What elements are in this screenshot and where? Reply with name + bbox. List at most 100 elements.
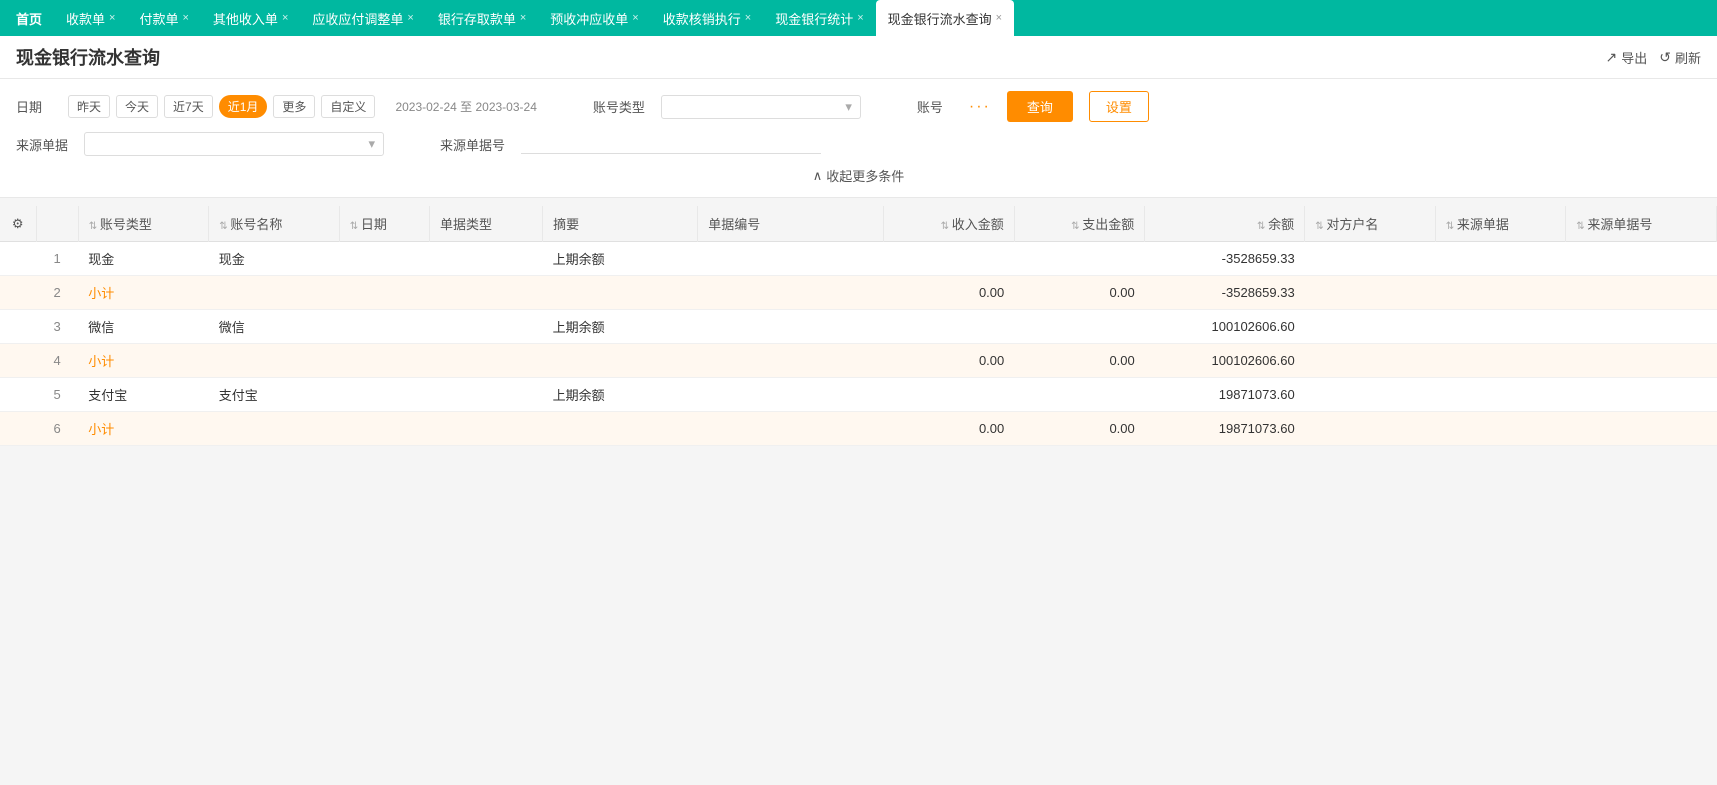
close-icon[interactable]: ×: [745, 12, 751, 24]
row-balance: -3528659.33: [1145, 276, 1305, 310]
sort-icon: ⇅: [219, 221, 230, 232]
row-doc-no: [698, 412, 884, 446]
income-column-header[interactable]: ⇅ 收入金额: [884, 206, 1015, 242]
filter-row-date: 日期 昨天 今天 近7天 近1月 更多 自定义 2023-02-24 至 202…: [16, 91, 1701, 122]
account-name-column-header[interactable]: ⇅ 账号名称: [209, 206, 340, 242]
row-income: 0.00: [884, 412, 1015, 446]
nav-tab-adjustment[interactable]: 应收应付调整单 ×: [300, 0, 425, 36]
source-doc-no-label: 来源单据号: [440, 135, 505, 154]
row-summary: [543, 344, 698, 378]
nav-tab-verify[interactable]: 收款核销执行 ×: [651, 0, 763, 36]
date-btn-7days[interactable]: 近7天: [164, 95, 213, 118]
row-date: [339, 378, 429, 412]
row-account-type: 现金: [78, 242, 209, 276]
row-account-name: 微信: [209, 310, 340, 344]
nav-tab-flow-query[interactable]: 现金银行流水查询 ×: [876, 0, 1014, 36]
sort-icon: ⇅: [1446, 221, 1457, 232]
table-row[interactable]: 3微信微信上期余额100102606.60: [0, 310, 1717, 344]
row-expense: [1014, 378, 1145, 412]
top-navigation: 首页 收款单 × 付款单 × 其他收入单 × 应收应付调整单 × 银行存取款单 …: [0, 0, 1717, 36]
row-account-type: 小计: [78, 412, 209, 446]
nav-tab-bank-deposit[interactable]: 银行存取款单 ×: [426, 0, 538, 36]
refresh-button[interactable]: ↺ 刷新: [1659, 48, 1701, 67]
table-header-row: ⚙ ⇅ 账号类型 ⇅ 账号名称 ⇅ 日期 单据类型 摘要 单据编: [0, 206, 1717, 242]
row-counterparty: [1305, 344, 1436, 378]
sort-icon: ⇅: [89, 221, 100, 232]
account-ellipsis-button[interactable]: ···: [969, 98, 991, 116]
counterparty-column-header[interactable]: ⇅ 对方户名: [1305, 206, 1436, 242]
table-row[interactable]: 2小计0.000.00-3528659.33: [0, 276, 1717, 310]
collapse-label: 收起更多条件: [826, 166, 904, 185]
close-icon[interactable]: ×: [407, 12, 413, 24]
sort-icon: ⇅: [1315, 221, 1326, 232]
chevron-down-icon: ▾: [368, 136, 375, 152]
row-account-name: 支付宝: [209, 378, 340, 412]
source-doc-select[interactable]: ▾: [84, 132, 384, 156]
row-checkbox: [0, 310, 36, 344]
row-expense: [1014, 310, 1145, 344]
row-balance: 100102606.60: [1145, 310, 1305, 344]
nav-tab-home[interactable]: 首页: [4, 0, 54, 36]
refresh-icon: ↺: [1659, 49, 1671, 66]
row-doc-type: [429, 310, 542, 344]
row-source-doc: [1435, 242, 1566, 276]
row-doc-type: [429, 412, 542, 446]
date-btn-custom[interactable]: 自定义: [321, 95, 375, 118]
data-table: ⚙ ⇅ 账号类型 ⇅ 账号名称 ⇅ 日期 单据类型 摘要 单据编: [0, 206, 1717, 446]
expense-column-header[interactable]: ⇅ 支出金额: [1014, 206, 1145, 242]
close-icon[interactable]: ×: [109, 12, 115, 24]
row-summary: 上期余额: [543, 310, 698, 344]
table-row[interactable]: 6小计0.000.0019871073.60: [0, 412, 1717, 446]
export-button[interactable]: ↗ 导出: [1606, 48, 1648, 67]
close-icon[interactable]: ×: [857, 12, 863, 24]
source-doc-column-header[interactable]: ⇅ 来源单据: [1435, 206, 1566, 242]
row-doc-no: [698, 276, 884, 310]
sort-icon: ⇅: [1257, 221, 1268, 232]
date-btn-1month[interactable]: 近1月: [219, 95, 268, 118]
page-header: 现金银行流水查询 ↗ 导出 ↺ 刷新: [0, 36, 1717, 79]
nav-tab-stats[interactable]: 现金银行统计 ×: [763, 0, 875, 36]
nav-tab-other-income[interactable]: 其他收入单 ×: [201, 0, 300, 36]
account-type-column-header[interactable]: ⇅ 账号类型: [78, 206, 209, 242]
row-summary: 上期余额: [543, 378, 698, 412]
date-btn-yesterday[interactable]: 昨天: [68, 95, 110, 118]
row-index: 2: [36, 276, 78, 310]
table-row[interactable]: 5支付宝支付宝上期余额19871073.60: [0, 378, 1717, 412]
row-checkbox: [0, 378, 36, 412]
collapse-bar[interactable]: ∧ 收起更多条件: [16, 166, 1701, 185]
date-column-header[interactable]: ⇅ 日期: [339, 206, 429, 242]
row-counterparty: [1305, 412, 1436, 446]
row-date: [339, 310, 429, 344]
doc-type-column-header: 单据类型: [429, 206, 542, 242]
query-button[interactable]: 查询: [1007, 91, 1073, 122]
row-index: 6: [36, 412, 78, 446]
row-doc-type: [429, 344, 542, 378]
row-expense: 0.00: [1014, 344, 1145, 378]
date-btn-today[interactable]: 今天: [116, 95, 158, 118]
close-icon[interactable]: ×: [182, 12, 188, 24]
row-index: 5: [36, 378, 78, 412]
table-row[interactable]: 4小计0.000.00100102606.60: [0, 344, 1717, 378]
source-doc-no-input[interactable]: [521, 134, 821, 154]
date-btn-more[interactable]: 更多: [273, 95, 315, 118]
row-counterparty: [1305, 310, 1436, 344]
row-checkbox: [0, 412, 36, 446]
nav-tab-payment[interactable]: 付款单 ×: [127, 0, 200, 36]
close-icon[interactable]: ×: [520, 12, 526, 24]
row-income: [884, 242, 1015, 276]
filter-area: 日期 昨天 今天 近7天 近1月 更多 自定义 2023-02-24 至 202…: [0, 79, 1717, 198]
balance-column-header[interactable]: ⇅ 余额: [1145, 206, 1305, 242]
close-icon[interactable]: ×: [996, 12, 1002, 24]
date-buttons: 昨天 今天 近7天 近1月 更多 自定义: [68, 95, 375, 118]
nav-tab-receipt[interactable]: 收款单 ×: [54, 0, 127, 36]
account-type-select[interactable]: ▾: [661, 95, 861, 119]
table-row[interactable]: 1现金现金上期余额-3528659.33: [0, 242, 1717, 276]
row-date: [339, 344, 429, 378]
settings-button[interactable]: 设置: [1089, 91, 1149, 122]
close-icon[interactable]: ×: [282, 12, 288, 24]
settings-column-header[interactable]: ⚙: [0, 206, 36, 242]
row-balance: 19871073.60: [1145, 378, 1305, 412]
close-icon[interactable]: ×: [632, 12, 638, 24]
source-doc-no-column-header[interactable]: ⇅ 来源单据号: [1566, 206, 1717, 242]
nav-tab-prepay[interactable]: 预收冲应收单 ×: [538, 0, 650, 36]
